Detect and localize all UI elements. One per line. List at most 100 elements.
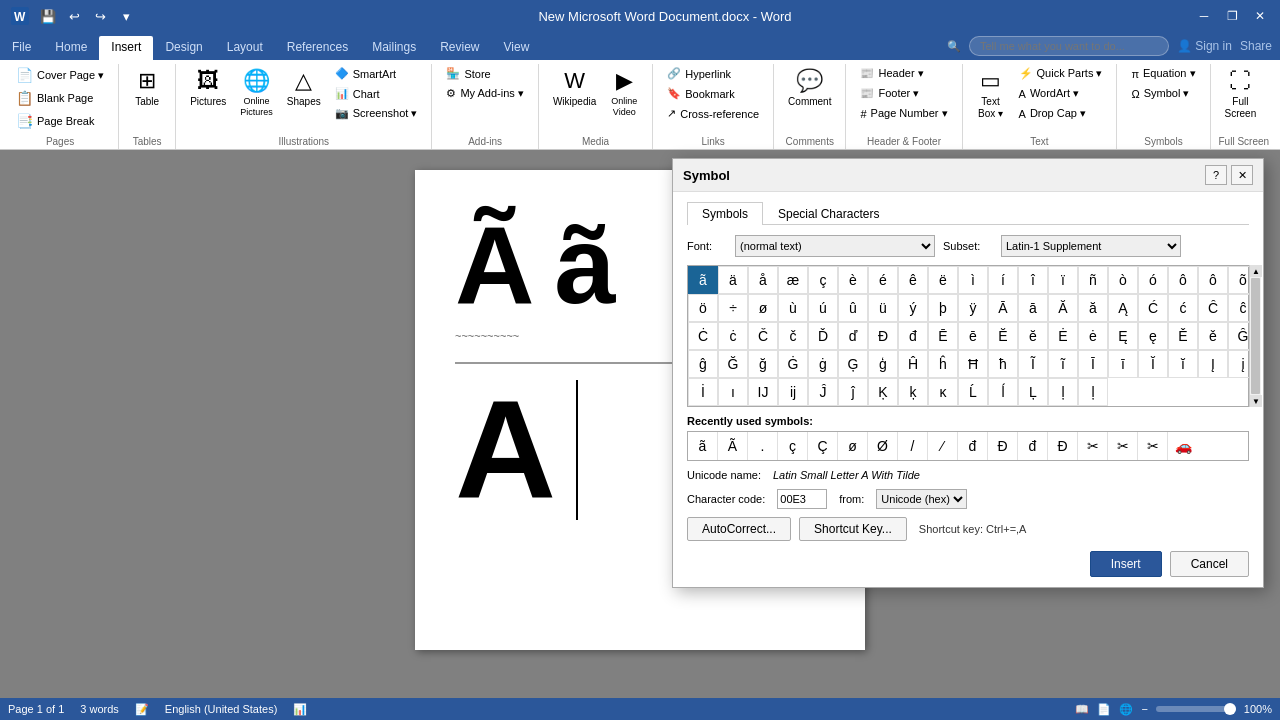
view-read-btn[interactable]: 📖 [1075,703,1089,716]
symbol-cell[interactable]: ĭ [1168,350,1198,378]
cancel-btn[interactable]: Cancel [1170,551,1249,577]
from-select[interactable]: Unicode (hex) [876,489,967,509]
symbol-cell[interactable]: ê [898,266,928,294]
recent-symbol-cell[interactable]: ç [778,432,808,460]
symbol-cell[interactable]: Ļ [1018,378,1048,406]
smartart-btn[interactable]: 🔷 SmartArt [329,64,424,83]
symbol-cell[interactable]: é [868,266,898,294]
close-btn[interactable]: ✕ [1248,6,1272,26]
symbol-cell[interactable]: Ġ [778,350,808,378]
recent-symbol-cell[interactable]: ✂ [1138,432,1168,460]
symbol-cell[interactable]: IJ [748,378,778,406]
scroll-thumb[interactable] [1251,278,1260,394]
recent-symbol-cell[interactable]: . [748,432,778,460]
symbol-cell[interactable]: ÿ [958,294,988,322]
symbol-cell[interactable]: Č [748,322,778,350]
symbol-cell[interactable]: þ [928,294,958,322]
shapes-btn[interactable]: △ Shapes [281,64,327,134]
grid-scrollbar[interactable]: ▲ ▼ [1249,265,1261,407]
zoom-level[interactable]: 100% [1244,703,1272,715]
symbol-cell[interactable]: Ģ [838,350,868,378]
symbol-cell[interactable]: ô [1168,266,1198,294]
symbol-cell[interactable]: ú [808,294,838,322]
symbol-cell[interactable]: ç [808,266,838,294]
symbol-cell[interactable]: Ğ [718,350,748,378]
symbol-cell[interactable]: ę [1138,322,1168,350]
bookmark-btn[interactable]: 🔖 Bookmark [661,84,765,103]
symbol-cell[interactable]: ċ [718,322,748,350]
recent-symbol-cell[interactable]: Đ [1048,432,1078,460]
symbol-cell[interactable]: ć [1168,294,1198,322]
recent-symbol-cell[interactable]: Ã [718,432,748,460]
header-btn[interactable]: 📰 Header ▾ [854,64,953,83]
recent-symbol-cell[interactable]: đ [958,432,988,460]
symbol-cell[interactable]: Ę [1108,322,1138,350]
symbol-cell[interactable]: ï [1048,266,1078,294]
symbol-cell[interactable]: Ĺ [958,378,988,406]
symbol-cell[interactable]: Ĵ [808,378,838,406]
symbol-cell[interactable]: Ě [1168,322,1198,350]
recent-symbol-cell[interactable]: ✂ [1078,432,1108,460]
redo-qa-btn[interactable]: ↪ [88,4,112,28]
symbol-cell[interactable]: č [778,322,808,350]
scroll-down-btn[interactable]: ▼ [1250,395,1262,407]
symbol-cell[interactable]: ñ [1078,266,1108,294]
symbol-cell[interactable]: Ĭ [1138,350,1168,378]
save-qa-btn[interactable]: 💾 [36,4,60,28]
recent-symbol-cell[interactable]: ø [838,432,868,460]
tab-file[interactable]: File [0,36,43,60]
symbol-cell[interactable]: ĕ [1018,322,1048,350]
symbol-cell[interactable]: ı [718,378,748,406]
language-indicator[interactable]: English (United States) [165,703,278,715]
symbol-cell[interactable]: Ė [1048,322,1078,350]
symbol-cell[interactable]: ĝ [688,350,718,378]
subset-select[interactable]: Latin-1 Supplement [1001,235,1181,257]
symbol-cell[interactable]: ļ [1078,378,1108,406]
tab-special-chars[interactable]: Special Characters [763,202,894,225]
symbol-dialog[interactable]: Symbol ? ✕ Symbols Special Characters Fo… [672,158,1264,588]
tab-insert[interactable]: Insert [99,36,153,60]
footer-btn[interactable]: 📰 Footer ▾ [854,84,953,103]
quick-parts-btn[interactable]: ⚡ Quick Parts ▾ [1013,64,1109,83]
scroll-up-btn[interactable]: ▲ [1250,265,1262,277]
drop-cap-btn[interactable]: A Drop Cap ▾ [1013,104,1109,123]
minimize-btn[interactable]: ─ [1192,6,1216,26]
symbol-cell[interactable]: Ĥ [898,350,928,378]
symbol-cell[interactable]: Ķ [868,378,898,406]
recent-symbol-cell[interactable]: đ [1018,432,1048,460]
symbol-cell[interactable]: ě [1198,322,1228,350]
symbol-cell[interactable]: ĸ [928,378,958,406]
tab-review[interactable]: Review [428,36,491,60]
symbol-cell[interactable]: ã [688,266,718,294]
symbol-cell[interactable]: ø [748,294,778,322]
wordart-btn[interactable]: A WordArt ▾ [1013,84,1109,103]
zoom-out-btn[interactable]: − [1141,703,1147,715]
recent-symbol-cell[interactable]: 🚗 [1168,432,1198,460]
tab-layout[interactable]: Layout [215,36,275,60]
symbol-cell[interactable]: Ĩ [1018,350,1048,378]
symbol-cell[interactable]: ö [688,294,718,322]
online-pictures-btn[interactable]: 🌐 OnlinePictures [234,64,279,134]
recent-symbol-cell[interactable]: ✂ [1108,432,1138,460]
symbol-cell[interactable]: ħ [988,350,1018,378]
symbol-cell[interactable]: î [1018,266,1048,294]
symbol-cell[interactable]: Ĕ [988,322,1018,350]
text-box-btn[interactable]: ▭ TextBox ▾ [971,64,1011,134]
symbol-cell[interactable]: Ī [1078,350,1108,378]
hyperlink-btn[interactable]: 🔗 Hyperlink [661,64,765,83]
symbol-cell[interactable]: ė [1078,322,1108,350]
char-code-input[interactable] [777,489,827,509]
symbol-cell[interactable]: Ĉ [1198,294,1228,322]
comment-btn[interactable]: 💬 Comment [782,64,837,134]
symbol-cell[interactable]: ò [1108,266,1138,294]
symbol-cell[interactable]: Į [1198,350,1228,378]
tab-design[interactable]: Design [153,36,214,60]
symbol-cell[interactable]: æ [778,266,808,294]
share-btn[interactable]: Share [1240,39,1272,53]
page-number-btn[interactable]: # Page Number ▾ [854,104,953,123]
symbol-cell[interactable]: Ā [988,294,1018,322]
symbol-cell[interactable]: û [838,294,868,322]
symbol-cell[interactable]: ô [1198,266,1228,294]
symbol-cell[interactable]: İ [688,378,718,406]
view-web-btn[interactable]: 🌐 [1119,703,1133,716]
